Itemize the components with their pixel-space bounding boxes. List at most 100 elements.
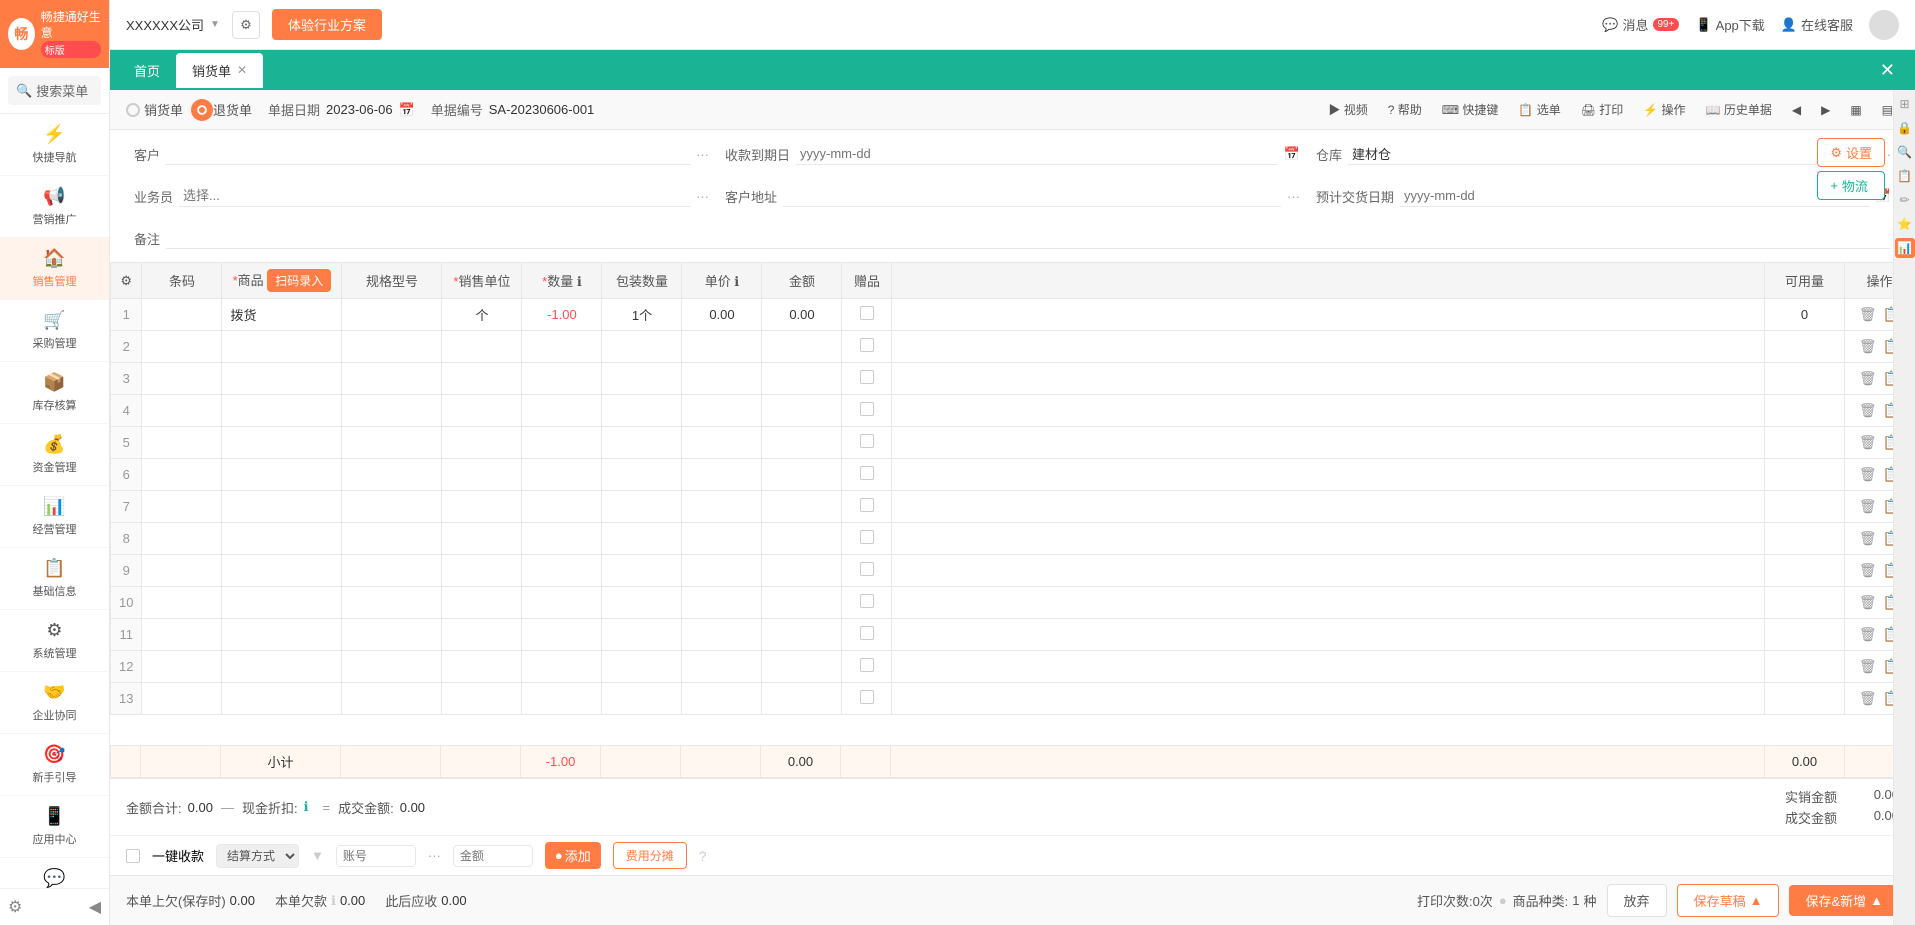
sidebar-item-enterprise[interactable]: 🤝 企业协同 [0,672,109,734]
customer-address-input[interactable] [783,185,1281,207]
row-unit[interactable]: 个 [442,299,522,331]
row-unit-price[interactable] [682,619,762,651]
sidebar-item-sys-mgmt[interactable]: ⚙ 系统管理 [0,610,109,672]
sidebar-search[interactable]: 🔍 搜索菜单 [0,68,109,114]
account-more-icon[interactable]: ··· [428,848,441,863]
gift-checkbox[interactable] [860,562,874,576]
row-package-qty[interactable] [602,395,682,427]
settings-col-header[interactable]: ⚙ [111,263,142,299]
gift-checkbox[interactable] [860,690,874,704]
app-download-button[interactable]: 📱 App下载 [1695,15,1764,34]
delete-row-icon[interactable]: 🗑 [1859,658,1877,675]
operation-button[interactable]: ⚡ 操作 [1637,98,1691,121]
row-barcode[interactable] [142,651,222,683]
right-panel-icon-2[interactable]: 🔒 [1895,118,1915,138]
sidebar-item-purchase-mgmt[interactable]: 🛒 采购管理 [0,300,109,362]
return-order-radio[interactable]: 退货单 [195,100,252,119]
row-amount[interactable] [762,555,842,587]
row-unit-price[interactable] [682,555,762,587]
row-gift[interactable] [842,331,892,363]
prev-record-icon[interactable]: ◀ [1786,100,1807,120]
row-quantity[interactable] [522,427,602,459]
sidebar-item-quick-nav[interactable]: ⚡ 快捷导航 [0,114,109,176]
row-remark[interactable] [892,491,1765,523]
row-product[interactable] [222,395,342,427]
row-package-qty[interactable] [602,491,682,523]
owe-info-icon[interactable]: ℹ [331,893,336,909]
row-quantity[interactable] [522,619,602,651]
sidebar-item-sales-mgmt[interactable]: 🏠 销售管理 [0,238,109,300]
row-remark[interactable] [892,619,1765,651]
row-gift[interactable] [842,555,892,587]
gift-checkbox[interactable] [860,498,874,512]
gift-checkbox[interactable] [860,658,874,672]
row-spec[interactable] [342,395,442,427]
address-more-icon[interactable]: ··· [1287,189,1300,204]
row-remark[interactable] [892,523,1765,555]
delete-row-icon[interactable]: 🗑 [1859,306,1877,323]
row-quantity[interactable] [522,395,602,427]
row-unit[interactable] [442,587,522,619]
print-button[interactable]: 🖨 打印 [1575,98,1630,121]
row-product[interactable] [222,523,342,555]
row-unit-price[interactable]: 0.00 [682,299,762,331]
scan-barcode-button[interactable]: 扫码录入 [267,269,331,292]
select-order-button[interactable]: 📋 选单 [1512,98,1566,121]
gift-checkbox[interactable] [860,434,874,448]
row-unit[interactable] [442,651,522,683]
row-spec[interactable] [342,651,442,683]
row-gift[interactable] [842,491,892,523]
row-quantity[interactable] [522,363,602,395]
row-barcode[interactable] [142,619,222,651]
row-spec[interactable] [342,459,442,491]
logistics-button[interactable]: + 物流 [1817,171,1885,200]
delete-row-icon[interactable]: 🗑 [1859,690,1877,707]
row-quantity[interactable] [522,683,602,715]
row-product[interactable] [222,555,342,587]
customer-more-icon[interactable]: ··· [696,147,709,162]
row-remark[interactable] [892,683,1765,715]
topbar-settings-icon[interactable]: ⚙ [232,11,260,39]
list-view-icon[interactable]: ▦ [1844,100,1867,120]
row-quantity[interactable] [522,523,602,555]
row-unit[interactable] [442,459,522,491]
row-barcode[interactable] [142,395,222,427]
row-spec[interactable] [342,427,442,459]
delete-row-icon[interactable]: 🗑 [1859,434,1877,451]
row-package-qty[interactable] [602,459,682,491]
sidebar-item-basic-info[interactable]: 📋 基础信息 [0,548,109,610]
row-spec[interactable] [342,299,442,331]
row-spec[interactable] [342,555,442,587]
row-remark[interactable] [892,427,1765,459]
help-button[interactable]: ? 帮助 [1382,98,1428,121]
row-quantity[interactable] [522,651,602,683]
gift-checkbox[interactable] [860,402,874,416]
row-quantity[interactable] [522,555,602,587]
gift-checkbox[interactable] [860,370,874,384]
row-remark[interactable] [892,331,1765,363]
right-panel-icon-5[interactable]: ✏ [1895,190,1915,210]
company-selector[interactable]: XXXXXX公司 ▼ [126,15,220,34]
right-panel-icon-7[interactable]: 📊 [1895,238,1915,258]
salesperson-input[interactable] [179,185,690,207]
row-package-qty[interactable] [602,555,682,587]
row-product[interactable] [222,619,342,651]
row-product[interactable] [222,683,342,715]
row-amount[interactable] [762,619,842,651]
sales-order-radio[interactable]: 销货单 [126,100,183,119]
save-draft-button[interactable]: 保存草稿 ▲ [1677,884,1780,917]
row-gift[interactable] [842,523,892,555]
row-package-qty[interactable] [602,651,682,683]
row-gift[interactable] [842,299,892,331]
payment-date-calendar-icon[interactable]: 📅 [1284,146,1300,162]
row-barcode[interactable] [142,587,222,619]
sidebar-item-app-center[interactable]: 📱 应用中心 [0,796,109,858]
row-amount[interactable] [762,459,842,491]
row-unit-price[interactable] [682,331,762,363]
row-remark[interactable] [892,299,1765,331]
settings-bottom-icon[interactable]: ⚙ [8,897,22,917]
row-barcode[interactable] [142,523,222,555]
row-barcode[interactable] [142,491,222,523]
one-click-checkbox[interactable] [126,849,140,863]
row-package-qty[interactable] [602,523,682,555]
